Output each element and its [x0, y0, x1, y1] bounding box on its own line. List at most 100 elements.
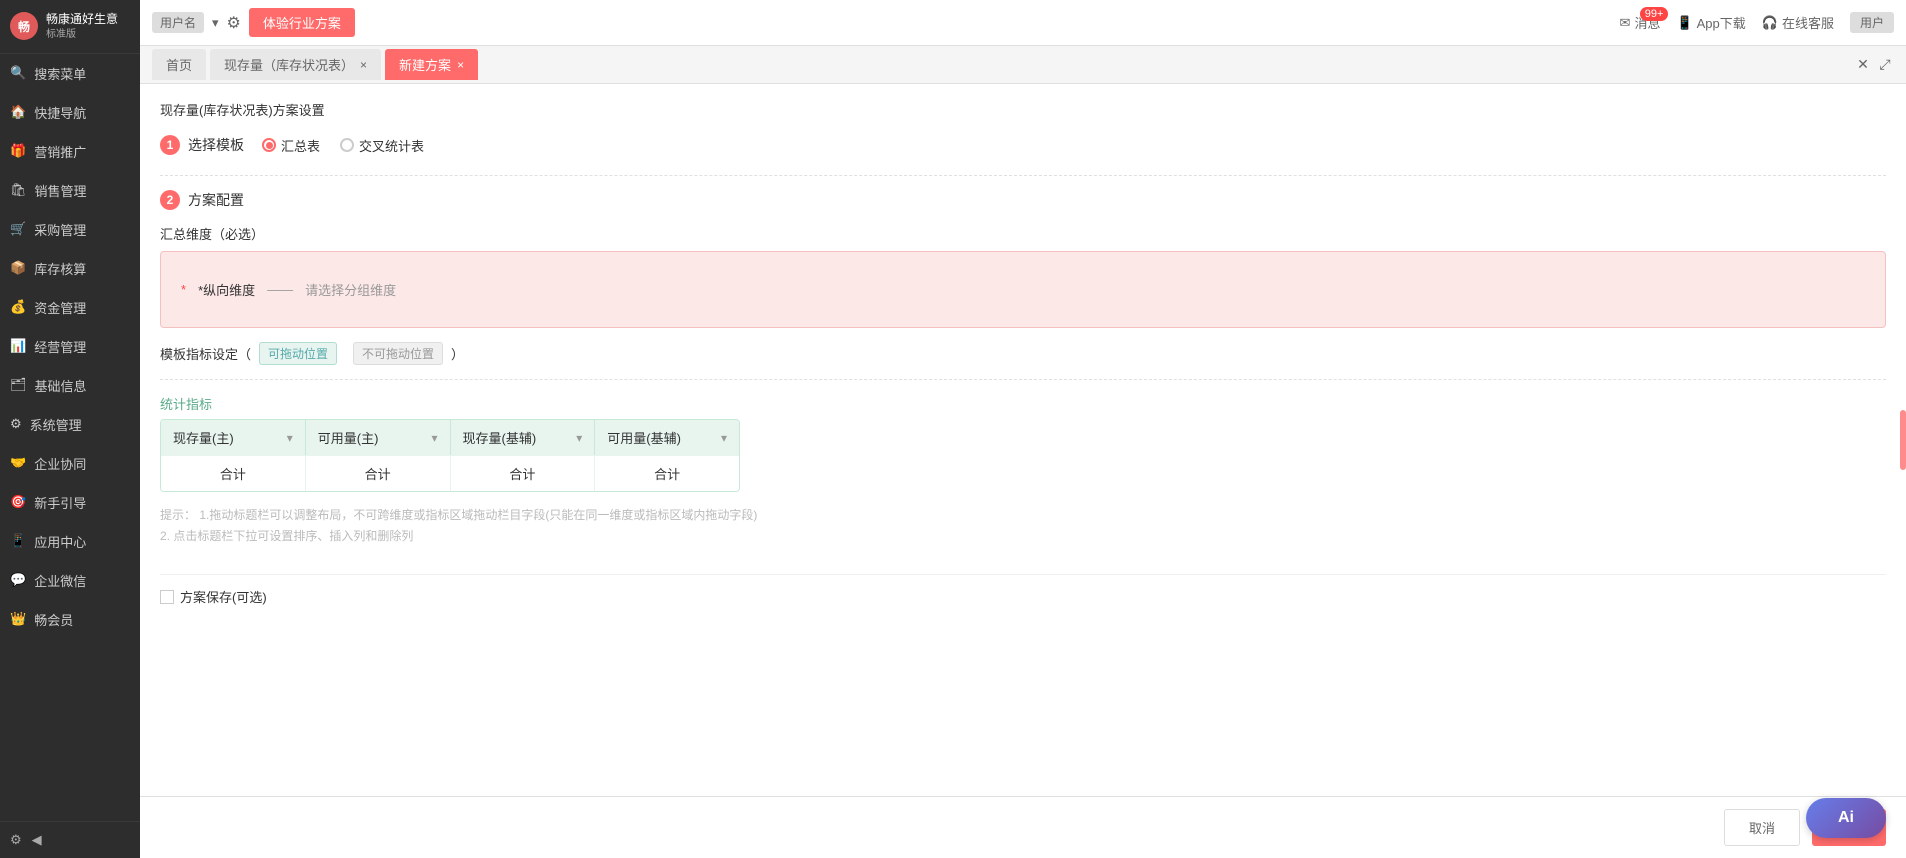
collapse-icon[interactable]: ◀ [32, 832, 42, 848]
message-icon: ✉ [1620, 15, 1631, 31]
bag-icon: 🛍 [10, 182, 27, 198]
save-checkbox[interactable] [160, 590, 174, 604]
section-config: 2 方案配置 汇总维度（必选） * *纵向维度 —— 请选择分组维度 模板指标设… [160, 190, 1886, 618]
section2-title: 方案配置 [188, 190, 244, 210]
dimension-box[interactable]: * *纵向维度 —— 请选择分组维度 [160, 251, 1886, 328]
sidebar-search-label: 搜索菜单 [34, 64, 86, 83]
cancel-button[interactable]: 取消 [1724, 809, 1800, 846]
tabbar: 首页 现存量（库存状况表） × 新建方案 × ✕ ⤢ [140, 46, 1906, 84]
ai-float-button[interactable]: Ai [1806, 798, 1886, 838]
sidebar-item-purchase[interactable]: 🛒 采购管理 [0, 210, 140, 249]
tips-section: 提示： 1.拖动标题栏可以调整布局，不可跨维度或指标区域拖动栏目字段(只能在同一… [160, 506, 1886, 544]
folder-icon: 🗂 [10, 377, 27, 393]
sidebar-label: 销售管理 [35, 181, 87, 200]
col4-chevron-icon: ▾ [721, 431, 727, 445]
settings-bottom-icon[interactable]: ⚙ [10, 832, 22, 848]
sidebar-label: 库存核算 [34, 259, 86, 278]
sidebar-item-system[interactable]: ⚙ 系统管理 [0, 405, 140, 444]
sidebar-label: 新手引导 [34, 493, 86, 512]
stats-data-row: 合计 合计 合计 合计 [161, 455, 739, 491]
sidebar-label: 经营管理 [34, 337, 86, 356]
main-area: 用户名 ▾ ⚙ 体验行业方案 ✉ 消息 99+ 📱 App下载 🎧 在线客服 用… [140, 0, 1906, 858]
section1-header: 1 选择模板 汇总表 交叉统计表 [160, 135, 1886, 155]
col2-chevron-icon: ▾ [431, 431, 437, 445]
col1-chevron-icon: ▾ [287, 431, 293, 445]
template-radio-group: 汇总表 交叉统计表 [262, 136, 424, 155]
sidebar-label: 基础信息 [35, 376, 87, 395]
tab-new-scheme[interactable]: 新建方案 × [385, 49, 478, 80]
metrics-close: ） [451, 344, 464, 363]
sidebar-logo: 畅 畅康通好生意 标准版 [0, 0, 140, 54]
stats-cell-3: 合计 [451, 456, 596, 491]
stats-col-3[interactable]: 现存量(基辅) ▾ [451, 420, 596, 455]
money-icon: 💰 [10, 299, 26, 315]
tab-inventory[interactable]: 现存量（库存状况表） × [210, 49, 381, 80]
bottom-actions: 取消 查询 [140, 796, 1906, 858]
topbar: 用户名 ▾ ⚙ 体验行业方案 ✉ 消息 99+ 📱 App下载 🎧 在线客服 用… [140, 0, 1906, 46]
sidebar-item-newbie[interactable]: 🎯 新手引导 [0, 483, 140, 522]
sidebar-bottom: ⚙ ◀ [0, 821, 140, 858]
window-expand-btn[interactable]: ⤢ [1876, 56, 1894, 74]
online-service-button[interactable]: 🎧 在线客服 [1762, 13, 1834, 32]
section-divider [160, 175, 1886, 176]
topbar-gear-icon[interactable]: ⚙ [227, 13, 241, 33]
sidebar-label: 应用中心 [34, 532, 86, 551]
radio-summary[interactable]: 汇总表 [262, 136, 320, 155]
message-button[interactable]: ✉ 消息 99+ [1620, 13, 1661, 32]
app-download-button[interactable]: 📱 App下载 [1676, 13, 1745, 32]
user-avatar[interactable]: 用户 [1850, 12, 1894, 33]
sidebar-item-member[interactable]: 👑 畅会员 [0, 600, 140, 639]
tab-new-scheme-close[interactable]: × [457, 58, 464, 72]
tab-inventory-close[interactable]: × [360, 58, 367, 72]
message-badge: 99+ [1640, 7, 1669, 21]
stats-cell-4: 合计 [595, 456, 739, 491]
trial-button[interactable]: 体验行业方案 [249, 8, 355, 37]
sidebar-item-basics[interactable]: 🗂 基础信息 [0, 366, 140, 405]
headset-icon: 🎧 [1762, 15, 1778, 31]
window-controls: ✕ ⤢ [1854, 56, 1894, 74]
tip-line-2: 2. 点击标题栏下拉可设置排序、插入列和删除列 [160, 527, 1886, 544]
radio-cross[interactable]: 交叉统计表 [340, 136, 424, 155]
sidebar-item-inventory[interactable]: 📦 库存核算 [0, 249, 140, 288]
sidebar-item-wechat[interactable]: 💬 企业微信 [0, 561, 140, 600]
stats-col-1[interactable]: 现存量(主) ▾ [161, 420, 306, 455]
stats-table: 现存量(主) ▾ 可用量(主) ▾ 现存量(基辅) ▾ 可用量(基辅) [160, 419, 740, 492]
sidebar-item-enterprise[interactable]: 🤝 企业协同 [0, 444, 140, 483]
chat-icon: 💬 [10, 572, 26, 588]
metrics-fixed-badge: 不可拖动位置 [353, 342, 443, 365]
section1-number: 1 [160, 135, 180, 155]
sidebar-item-appstore[interactable]: 📱 应用中心 [0, 522, 140, 561]
sidebar-item-search[interactable]: 🔍 搜索菜单 [0, 54, 140, 93]
topbar-dropdown-icon[interactable]: ▾ [212, 15, 219, 31]
window-close-btn[interactable]: ✕ [1854, 56, 1872, 74]
sidebar-item-operations[interactable]: 📊 经营管理 [0, 327, 140, 366]
topbar-right: ✉ 消息 99+ 📱 App下载 🎧 在线客服 用户 [1620, 12, 1894, 33]
stats-cell-2: 合计 [306, 456, 451, 491]
tip-line-1: 提示： 1.拖动标题栏可以调整布局，不可跨维度或指标区域拖动栏目字段(只能在同一… [160, 506, 1886, 523]
sidebar-label: 系统管理 [30, 415, 82, 434]
sidebar-label: 资金管理 [34, 298, 86, 317]
sidebar-item-finance[interactable]: 💰 资金管理 [0, 288, 140, 327]
sidebar-label: 畅会员 [34, 610, 73, 629]
dimension-label: 汇总维度（必选） [160, 224, 1886, 243]
stats-col-2[interactable]: 可用量(主) ▾ [306, 420, 451, 455]
stats-label: 统计指标 [160, 394, 1886, 413]
page-title: 现存量(库存状况表)方案设置 [160, 100, 1886, 119]
tab-home[interactable]: 首页 [152, 49, 206, 80]
radio-cross-circle [340, 138, 354, 152]
box-icon: 📦 [10, 260, 26, 276]
sidebar-label: 企业微信 [34, 571, 86, 590]
stats-col-4[interactable]: 可用量(基辅) ▾ [595, 420, 739, 455]
required-star: * [181, 282, 186, 297]
sidebar-item-quick-nav[interactable]: 🏠 快捷导航 [0, 93, 140, 132]
sidebar-label: 采购管理 [34, 220, 86, 239]
content-area: 现存量(库存状况表)方案设置 1 选择模板 汇总表 交叉统计表 [140, 84, 1906, 796]
sidebar-item-marketing[interactable]: 🎁 营销推广 [0, 132, 140, 171]
col3-chevron-icon: ▾ [576, 431, 582, 445]
sidebar-label: 快捷导航 [34, 103, 86, 122]
metrics-movable-badge: 可拖动位置 [259, 342, 337, 365]
gift-icon: 🎁 [10, 143, 26, 159]
save-option: 方案保存(可选) [160, 574, 1886, 618]
radio-summary-circle [262, 138, 276, 152]
sidebar-item-sales[interactable]: 🛍 销售管理 [0, 171, 140, 210]
